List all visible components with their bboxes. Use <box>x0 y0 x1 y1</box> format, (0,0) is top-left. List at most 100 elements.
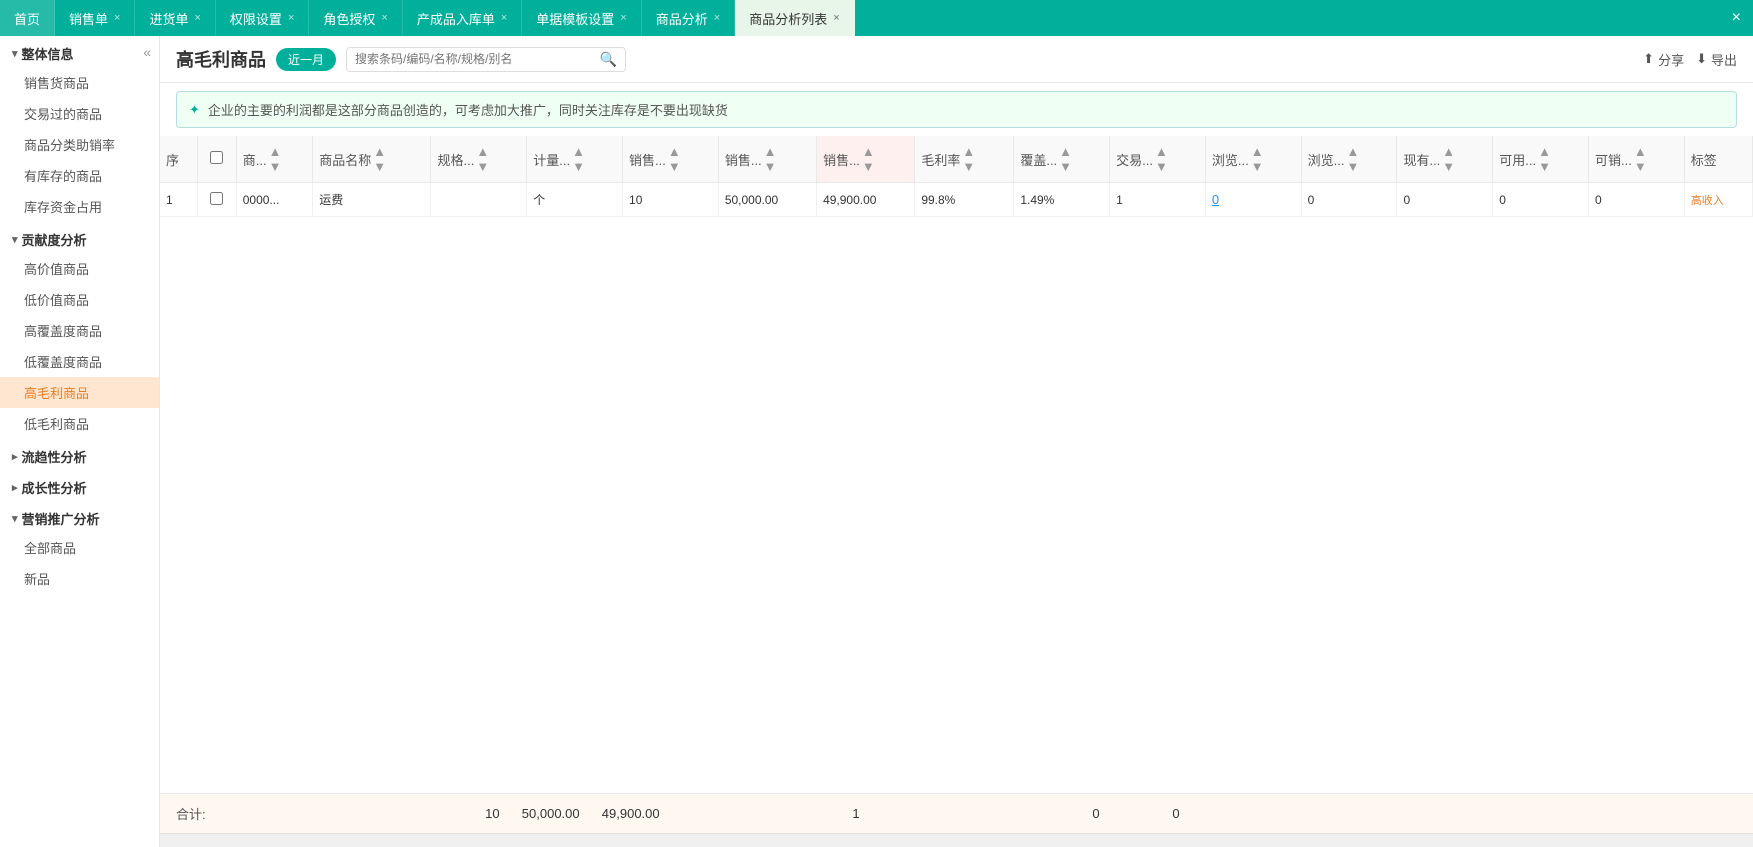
close-icon[interactable]: × <box>714 12 720 24</box>
sidebar: « ▾ 整体信息 销售货商品 交易过的商品 商品分类助销率 有库存的商品 库存资… <box>0 36 160 847</box>
sidebar-item-new-goods[interactable]: 新品 <box>0 563 159 594</box>
sort-arrows: ▲▼ <box>1347 144 1360 174</box>
sidebar-item-low-margin[interactable]: 低毛利商品 <box>0 408 159 439</box>
sidebar-group-marketing[interactable]: ▾ 营销推广分析 <box>0 501 159 532</box>
col-transactions: 交易... ▲▼ <box>1110 136 1206 183</box>
share-button[interactable]: ⬆ 分享 <box>1643 50 1684 69</box>
content-area: 高毛利商品 近一月 🔍 ⬆ 分享 ⬇ 导出 ✦ 企业的主要的利润都是这部分商品创… <box>160 36 1753 847</box>
cell-transactions: 1 <box>1110 183 1206 217</box>
sort-arrows: ▲▼ <box>476 144 489 174</box>
close-icon[interactable]: × <box>620 12 626 24</box>
sort-arrows: ▲▼ <box>668 144 681 174</box>
close-all-button[interactable]: × <box>1720 0 1753 36</box>
cell-name: 运费 <box>313 183 431 217</box>
product-table: 序 商... ▲▼ <box>160 136 1753 217</box>
footer-views-spacer <box>866 806 946 821</box>
filter-recent-month-button[interactable]: 近一月 <box>276 48 336 71</box>
sort-arrows: ▲▼ <box>269 144 282 174</box>
footer-label: 合计: <box>176 804 206 823</box>
nav-role-auth[interactable]: 角色授权 × <box>309 0 402 36</box>
col-tag: 标签 <box>1684 136 1752 183</box>
cell-gross-margin: 99.8% <box>915 183 1014 217</box>
sort-arrows: ▲▼ <box>1634 144 1647 174</box>
sidebar-item-all-goods[interactable]: 全部商品 <box>0 532 159 563</box>
sidebar-item-sales-goods[interactable]: 销售货商品 <box>0 67 159 98</box>
close-icon[interactable]: × <box>501 12 507 24</box>
cell-spec <box>431 183 527 217</box>
sort-arrows: ▲▼ <box>572 144 585 174</box>
col-code: 商... ▲▼ <box>236 136 313 183</box>
close-icon[interactable]: × <box>114 12 120 24</box>
arrow-down-icon: ▾ <box>12 47 18 60</box>
col-sales-amount: 销售... ▲▼ <box>718 136 816 183</box>
col-seq: 序 <box>160 136 198 183</box>
cell-sales-qty: 10 <box>623 183 719 217</box>
table-container: 序 商... ▲▼ <box>160 136 1753 793</box>
table-row: 1 0000... 运费 个 10 50,000.00 49,900.00 99… <box>160 183 1753 217</box>
col-stock-available: 可用... ▲▼ <box>1493 136 1589 183</box>
cell-sales-cost: 49,900.00 <box>817 183 915 217</box>
col-name: 商品名称 ▲▼ <box>313 136 431 183</box>
sidebar-item-high-margin[interactable]: 高毛利商品 <box>0 377 159 408</box>
views1-link[interactable]: 0 <box>1212 192 1219 207</box>
sidebar-item-low-coverage[interactable]: 低覆盖度商品 <box>0 346 159 377</box>
sidebar-collapse-button[interactable]: « <box>143 44 151 60</box>
sidebar-group-contribution[interactable]: ▾ 贡献度分析 <box>0 222 159 253</box>
search-input[interactable] <box>355 52 600 66</box>
export-button[interactable]: ⬇ 导出 <box>1696 50 1737 69</box>
arrow-down-icon: ▾ <box>12 512 18 525</box>
nav-sales-order[interactable]: 销售单 × <box>55 0 135 36</box>
search-icon[interactable]: 🔍 <box>600 51 617 68</box>
cell-code: 0000... <box>236 183 313 217</box>
footer-stock-current-val: 0 <box>1026 806 1106 821</box>
nav-template-settings[interactable]: 单据模板设置 × <box>522 0 641 36</box>
export-icon: ⬇ <box>1696 51 1707 67</box>
page-title: 高毛利商品 <box>176 46 266 72</box>
col-stock-saleable: 可销... ▲▼ <box>1589 136 1685 183</box>
sidebar-item-high-coverage[interactable]: 高覆盖度商品 <box>0 315 159 346</box>
arrow-right-icon: ▸ <box>12 481 18 494</box>
nav-purchase-order[interactable]: 进货单 × <box>135 0 215 36</box>
sidebar-group-overall[interactable]: ▾ 整体信息 <box>0 36 159 67</box>
top-navigation: 首页 销售单 × 进货单 × 权限设置 × 角色授权 × 产成品入库单 × 单据… <box>0 0 1753 36</box>
nav-home[interactable]: 首页 <box>0 0 55 36</box>
sort-arrows: ▲▼ <box>962 144 975 174</box>
close-icon[interactable]: × <box>288 12 294 24</box>
sidebar-item-high-value[interactable]: 高价值商品 <box>0 253 159 284</box>
sort-arrows: ▲▼ <box>862 144 875 174</box>
nav-product-analysis-list[interactable]: 商品分析列表 × <box>735 0 854 36</box>
select-all-checkbox[interactable] <box>210 151 223 164</box>
cell-stock-current: 0 <box>1397 183 1493 217</box>
sidebar-item-traded-goods[interactable]: 交易过的商品 <box>0 98 159 129</box>
sidebar-group-trend[interactable]: ▸ 流趋性分析 <box>0 439 159 470</box>
close-icon[interactable]: × <box>194 12 200 24</box>
sidebar-item-low-value[interactable]: 低价值商品 <box>0 284 159 315</box>
footer-cells: 10 50,000.00 49,900.00 1 0 0 <box>226 806 1737 821</box>
nav-permission-settings[interactable]: 权限设置 × <box>216 0 309 36</box>
col-sales-cost: 销售... ▲▼ <box>817 136 915 183</box>
sidebar-group-growth[interactable]: ▸ 成长性分析 <box>0 470 159 501</box>
arrow-down-icon: ▾ <box>12 233 18 246</box>
content-header: 高毛利商品 近一月 🔍 ⬆ 分享 ⬇ 导出 <box>160 36 1753 83</box>
horizontal-scrollbar[interactable] <box>160 833 1753 847</box>
footer-sales-amount-val: 50,000.00 <box>506 806 586 821</box>
close-icon[interactable]: × <box>381 12 387 24</box>
cell-stock-saleable: 0 <box>1589 183 1685 217</box>
sidebar-item-stock-goods[interactable]: 有库存的商品 <box>0 160 159 191</box>
sidebar-item-stock-capital[interactable]: 库存资金占用 <box>0 191 159 222</box>
col-coverage: 覆盖... ▲▼ <box>1014 136 1110 183</box>
nav-product-analysis[interactable]: 商品分析 × <box>642 0 735 36</box>
sort-arrows: ▲▼ <box>1538 144 1551 174</box>
nav-product-inbound[interactable]: 产成品入库单 × <box>403 0 522 36</box>
sort-arrows: ▲▼ <box>1251 144 1264 174</box>
close-icon[interactable]: × <box>833 12 839 24</box>
footer-sales-cost-val: 49,900.00 <box>586 806 666 821</box>
row-checkbox[interactable] <box>210 192 223 205</box>
col-unit: 计量... ▲▼ <box>527 136 623 183</box>
cell-views1[interactable]: 0 <box>1205 183 1301 217</box>
sidebar-item-category-sales-rate[interactable]: 商品分类助销率 <box>0 129 159 160</box>
footer-sales-qty <box>226 806 426 821</box>
header-actions: ⬆ 分享 ⬇ 导出 <box>1643 50 1737 69</box>
tag-label: 高收入 <box>1691 195 1724 207</box>
footer-stock-available-val: 0 <box>1106 806 1186 821</box>
